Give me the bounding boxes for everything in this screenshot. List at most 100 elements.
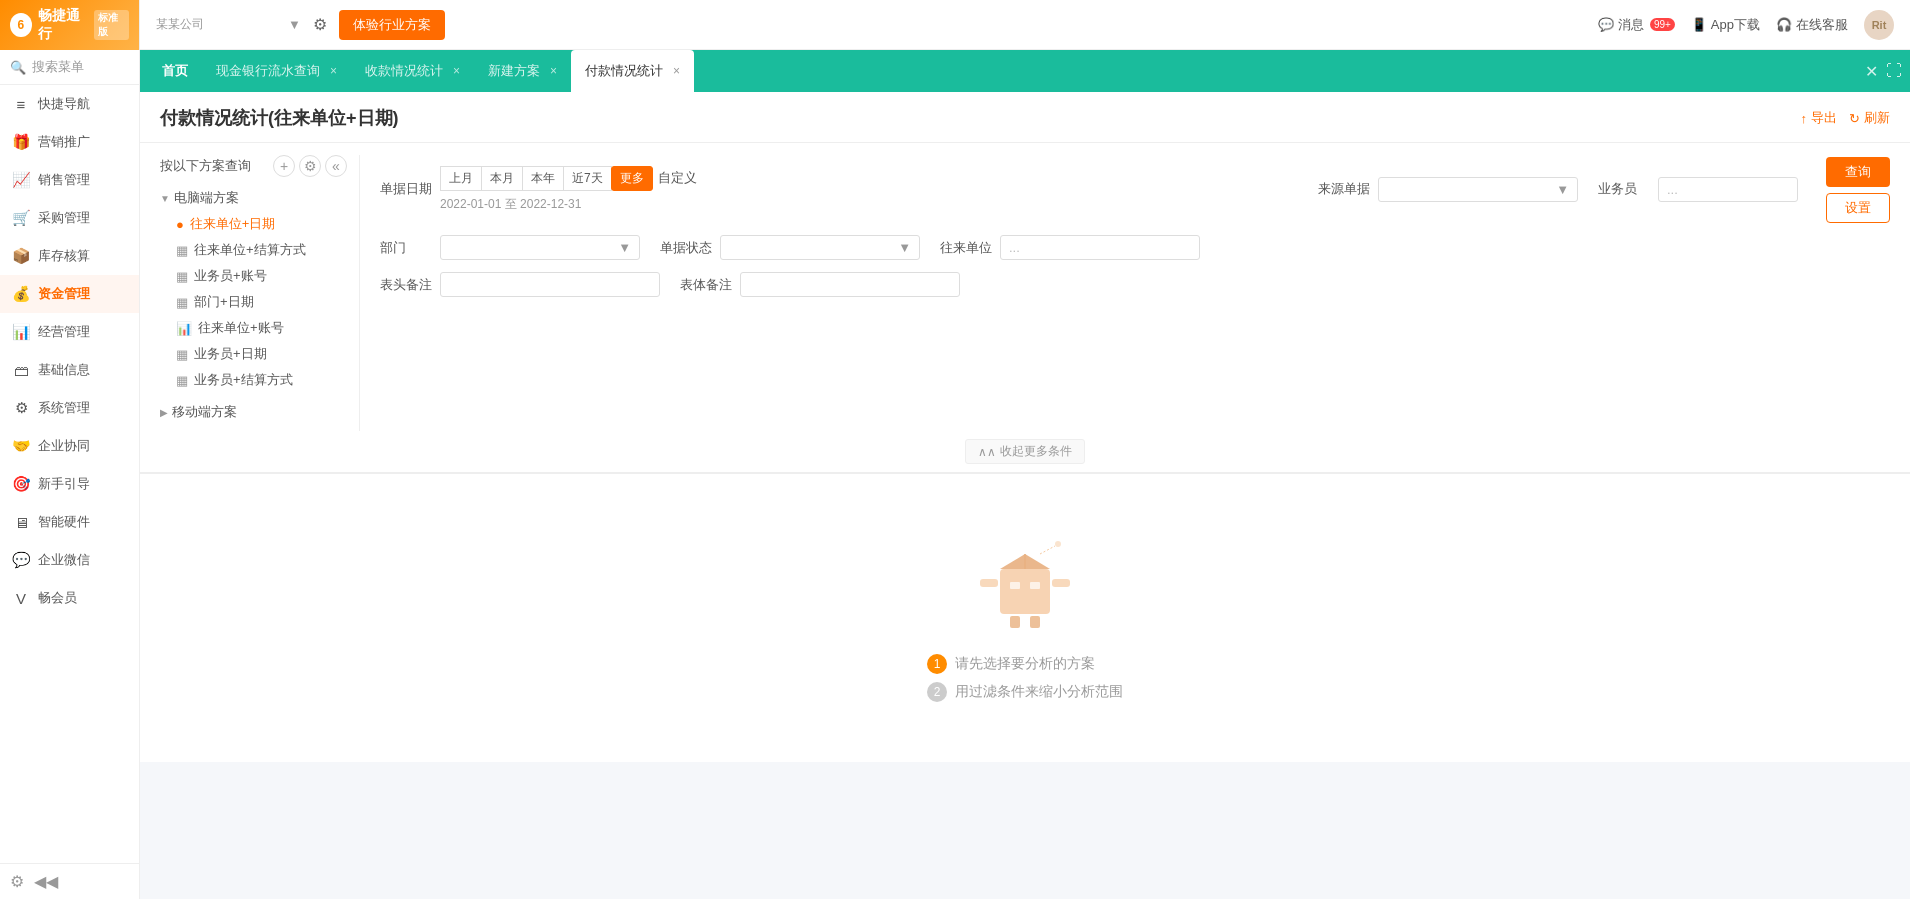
collapse-scheme-btn[interactable]: « <box>325 155 347 177</box>
maximize-icon[interactable]: ⛶ <box>1886 62 1902 80</box>
scheme-item-label: 往来单位+日期 <box>190 215 276 233</box>
refresh-btn[interactable]: ↻ 刷新 <box>1849 109 1890 127</box>
tab-home[interactable]: 首页 <box>148 50 202 92</box>
export-label: 导出 <box>1811 109 1837 127</box>
add-scheme-btn[interactable]: + <box>273 155 295 177</box>
salesperson-input[interactable] <box>1658 177 1798 202</box>
scheme-item-partner-date[interactable]: ● 往来单位+日期 <box>170 211 347 237</box>
tab-payment-stat[interactable]: 付款情况统计 × <box>571 50 694 92</box>
sidebar-collapse-icon[interactable]: ◀◀ <box>34 872 58 891</box>
topbar-settings-icon[interactable]: ⚙ <box>313 15 327 34</box>
date-btn-this-month[interactable]: 本月 <box>481 166 523 191</box>
filter-field-dept: 部门 ▼ <box>380 235 640 260</box>
tab-receivable-close[interactable]: × <box>453 64 460 78</box>
scheme-item-sales-settle[interactable]: ▦ 业务员+结算方式 <box>170 367 347 393</box>
sidebar-item-system[interactable]: ⚙ 系统管理 <box>0 389 139 427</box>
sidebar-item-label: 资金管理 <box>38 285 90 303</box>
sidebar-item-wecom[interactable]: 💬 企业微信 <box>0 541 139 579</box>
sidebar-item-smart-hw[interactable]: 🖥 智能硬件 <box>0 503 139 541</box>
sidebar-item-label: 采购管理 <box>38 209 90 227</box>
scheme-item-label: 业务员+账号 <box>194 267 267 285</box>
dept-select[interactable]: ▼ <box>440 235 640 260</box>
note-header-input[interactable] <box>440 272 660 297</box>
scheme-icon: ▦ <box>176 269 188 284</box>
mobile-group-arrow: ▶ <box>160 407 168 418</box>
scheme-item-sales-account[interactable]: ▦ 业务员+账号 <box>170 263 347 289</box>
sidebar-item-enterprise[interactable]: 🤝 企业协同 <box>0 427 139 465</box>
sidebar-item-basic-info[interactable]: 🗃 基础信息 <box>0 351 139 389</box>
sidebar-item-sales[interactable]: 📈 销售管理 <box>0 161 139 199</box>
smart-hw-icon: 🖥 <box>12 514 30 531</box>
svg-rect-5 <box>1010 616 1020 628</box>
sidebar-item-vip[interactable]: V 畅会员 <box>0 579 139 617</box>
sidebar-footer: ⚙ ◀◀ <box>0 863 139 899</box>
sidebar-item-label: 基础信息 <box>38 361 90 379</box>
search-label: 搜索菜单 <box>32 58 84 76</box>
scheme-icon: ▦ <box>176 373 188 388</box>
search-menu[interactable]: 🔍 搜索菜单 <box>0 50 139 85</box>
date-btn-last-month[interactable]: 上月 <box>440 166 482 191</box>
mobile-group-title[interactable]: ▶ 移动端方案 <box>160 399 347 425</box>
sidebar-item-operations[interactable]: 📊 经营管理 <box>0 313 139 351</box>
sidebar-settings-icon[interactable]: ⚙ <box>10 872 24 891</box>
scheme-item-partner-account[interactable]: 📊 往来单位+账号 <box>170 315 347 341</box>
tab-new-scheme-close[interactable]: × <box>550 64 557 78</box>
notif-icon: 💬 <box>1598 17 1614 32</box>
sales-icon: 📈 <box>12 171 30 189</box>
scheme-item-label: 业务员+结算方式 <box>194 371 293 389</box>
guide-icon: 🎯 <box>12 475 30 493</box>
partner-input[interactable] <box>1000 235 1200 260</box>
scheme-item-sales-date[interactable]: ▦ 业务员+日期 <box>170 341 347 367</box>
sidebar-item-inventory[interactable]: 📦 库存核算 <box>0 237 139 275</box>
dept-label: 部门 <box>380 239 432 257</box>
app-download[interactable]: 📱 App下载 <box>1691 16 1760 34</box>
scheme-item-dept-date[interactable]: ▦ 部门+日期 <box>170 289 347 315</box>
sidebar-item-label: 新手引导 <box>38 475 90 493</box>
note-body-input[interactable] <box>740 272 960 297</box>
settings-scheme-btn[interactable]: ⚙ <box>299 155 321 177</box>
sidebar-item-marketing[interactable]: 🎁 营销推广 <box>0 123 139 161</box>
online-service[interactable]: 🎧 在线客服 <box>1776 16 1848 34</box>
tab-new-scheme[interactable]: 新建方案 × <box>474 50 571 92</box>
tab-bank-flow-close[interactable]: × <box>330 64 337 78</box>
notif-badge: 99+ <box>1650 18 1675 31</box>
tab-payment-stat-close[interactable]: × <box>673 64 680 78</box>
collapse-more-btn[interactable]: ∧∧ 收起更多条件 <box>965 439 1085 464</box>
sidebar-item-finance[interactable]: 💰 资金管理 <box>0 275 139 313</box>
sidebar-item-guide[interactable]: 🎯 新手引导 <box>0 465 139 503</box>
scheme-item-partner-settle[interactable]: ▦ 往来单位+结算方式 <box>170 237 347 263</box>
doc-status-select[interactable]: ▼ <box>720 235 920 260</box>
filter-field-salesperson: 业务员 <box>1598 177 1798 202</box>
date-btn-more[interactable]: 更多 <box>611 166 653 191</box>
sidebar-item-purchase[interactable]: 🛒 采购管理 <box>0 199 139 237</box>
svg-rect-4 <box>1030 582 1040 589</box>
source-doc-select[interactable]: ▼ <box>1378 177 1578 202</box>
user-avatar[interactable]: Rit <box>1864 10 1894 40</box>
sidebar-nav: ≡ 快捷导航 🎁 营销推广 📈 销售管理 🛒 采购管理 📦 库存核算 💰 资金管… <box>0 85 139 863</box>
company-arrow[interactable]: ▼ <box>288 17 301 32</box>
filter-field-note-header: 表头备注 <box>380 272 660 297</box>
scheme-icon: ▦ <box>176 347 188 362</box>
tab-receivable-label: 收款情况统计 <box>365 62 443 80</box>
collapse-bar: ∧∧ 收起更多条件 <box>140 431 1910 473</box>
page-header: 付款情况统计(往来单位+日期) ↑ 导出 ↻ 刷新 <box>140 92 1910 143</box>
sidebar-item-label: 智能硬件 <box>38 513 90 531</box>
tab-receivable[interactable]: 收款情况统计 × <box>351 50 474 92</box>
notifications[interactable]: 💬 消息 99+ <box>1598 16 1675 34</box>
filter-actions: 查询 设置 <box>1826 155 1890 223</box>
date-btn-last7[interactable]: 近7天 <box>563 166 612 191</box>
svg-rect-3 <box>1010 582 1020 589</box>
wecom-icon: 💬 <box>12 551 30 569</box>
tip-num-1: 1 <box>927 654 947 674</box>
trial-btn[interactable]: 体验行业方案 <box>339 10 445 40</box>
sidebar-item-label: 快捷导航 <box>38 95 90 113</box>
close-all-tabs-icon[interactable]: ✕ <box>1865 62 1878 81</box>
query-btn[interactable]: 查询 <box>1826 157 1890 187</box>
pc-group-title[interactable]: ▼ 电脑端方案 <box>160 185 347 211</box>
export-btn[interactable]: ↑ 导出 <box>1801 109 1838 127</box>
settings-btn[interactable]: 设置 <box>1826 193 1890 223</box>
tab-bank-flow-label: 现金银行流水查询 <box>216 62 320 80</box>
sidebar-item-quick-nav[interactable]: ≡ 快捷导航 <box>0 85 139 123</box>
date-btn-this-year[interactable]: 本年 <box>522 166 564 191</box>
tab-bank-flow[interactable]: 现金银行流水查询 × <box>202 50 351 92</box>
